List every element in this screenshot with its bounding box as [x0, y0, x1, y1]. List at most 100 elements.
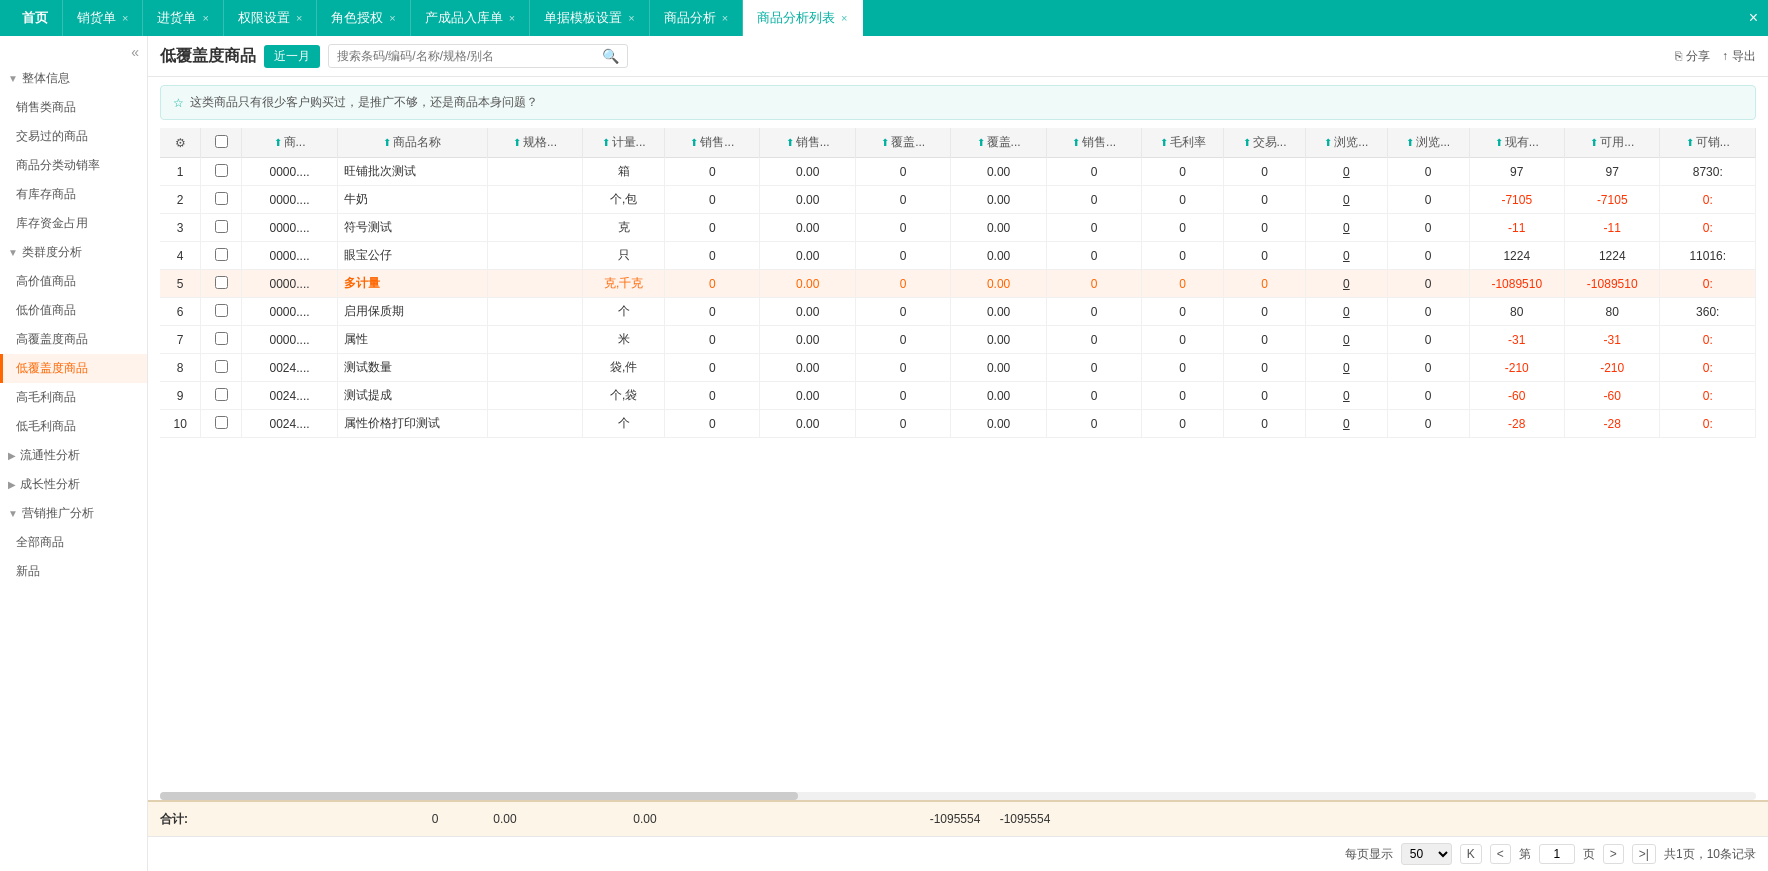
- row-browse1[interactable]: 0: [1305, 410, 1387, 438]
- nav-tab-template[interactable]: 单据模板设置 ×: [530, 0, 649, 36]
- row-checkbox[interactable]: [201, 214, 242, 242]
- col-spec[interactable]: ⬆规格...: [487, 128, 582, 158]
- row-checkbox[interactable]: [201, 186, 242, 214]
- col-available[interactable]: ⬆可用...: [1565, 128, 1660, 158]
- row-name[interactable]: 属性价格打印测试: [337, 410, 487, 438]
- row-name[interactable]: 旺铺批次测试: [337, 158, 487, 186]
- next-page-button[interactable]: >: [1603, 844, 1624, 864]
- row-select-checkbox[interactable]: [215, 360, 228, 373]
- nav-tab-analysis-close[interactable]: ×: [722, 12, 728, 24]
- row-name[interactable]: 测试提成: [337, 382, 487, 410]
- sidebar-item-traded-products[interactable]: 交易过的商品: [0, 122, 147, 151]
- search-icon[interactable]: 🔍: [602, 48, 619, 64]
- row-name[interactable]: 启用保质期: [337, 298, 487, 326]
- col-checkbox[interactable]: [201, 128, 242, 158]
- first-page-button[interactable]: K: [1460, 844, 1482, 864]
- sidebar-item-new-products[interactable]: 新品: [0, 557, 147, 586]
- row-checkbox[interactable]: [201, 326, 242, 354]
- col-coverage2[interactable]: ⬆覆盖...: [951, 128, 1046, 158]
- sidebar-item-low-margin[interactable]: 低毛利商品: [0, 412, 147, 441]
- sidebar-group-overview[interactable]: ▼ 整体信息: [0, 64, 147, 93]
- row-browse1[interactable]: 0: [1305, 382, 1387, 410]
- nav-tab-analysis[interactable]: 商品分析 ×: [650, 0, 743, 36]
- row-checkbox[interactable]: [201, 242, 242, 270]
- period-button[interactable]: 近一月: [264, 45, 320, 68]
- row-select-checkbox[interactable]: [215, 220, 228, 233]
- row-select-checkbox[interactable]: [215, 304, 228, 317]
- sidebar-item-stocked-products[interactable]: 有库存商品: [0, 180, 147, 209]
- col-sales-amt[interactable]: ⬆销售...: [760, 128, 855, 158]
- row-browse1[interactable]: 0: [1305, 186, 1387, 214]
- page-number-input[interactable]: [1539, 844, 1575, 864]
- row-browse1[interactable]: 0: [1305, 298, 1387, 326]
- nav-tab-template-close[interactable]: ×: [628, 12, 634, 24]
- sidebar-item-high-coverage[interactable]: 高覆盖度商品: [0, 325, 147, 354]
- nav-tab-home[interactable]: 首页: [8, 0, 63, 36]
- row-name[interactable]: 多计量: [337, 270, 487, 298]
- row-checkbox[interactable]: [201, 354, 242, 382]
- col-current-stock[interactable]: ⬆现有...: [1469, 128, 1564, 158]
- scrollbar-thumb[interactable]: [160, 792, 798, 800]
- row-select-checkbox[interactable]: [215, 192, 228, 205]
- row-name[interactable]: 眼宝公仔: [337, 242, 487, 270]
- nav-tab-purchase-close[interactable]: ×: [202, 12, 208, 24]
- row-browse1[interactable]: 0: [1305, 354, 1387, 382]
- row-browse1[interactable]: 0: [1305, 214, 1387, 242]
- sidebar-item-low-coverage[interactable]: 低覆盖度商品: [0, 354, 147, 383]
- nav-tab-analysis-list-close[interactable]: ×: [841, 12, 847, 24]
- sidebar-group-growth[interactable]: ▶ 成长性分析: [0, 470, 147, 499]
- nav-tab-analysis-list[interactable]: 商品分析列表 ×: [743, 0, 862, 36]
- row-select-checkbox[interactable]: [215, 332, 228, 345]
- row-checkbox[interactable]: [201, 270, 242, 298]
- nav-tab-purchase[interactable]: 进货单 ×: [143, 0, 223, 36]
- row-checkbox[interactable]: [201, 410, 242, 438]
- row-name[interactable]: 牛奶: [337, 186, 487, 214]
- share-button[interactable]: ⎘ 分享: [1675, 48, 1710, 65]
- last-page-button[interactable]: >|: [1632, 844, 1656, 864]
- nav-tab-permission-close[interactable]: ×: [296, 12, 302, 24]
- col-browse2[interactable]: ⬆浏览...: [1387, 128, 1469, 158]
- table-container[interactable]: ⚙ ⬆商... ⬆商品名称 ⬆规格... ⬆计量... ⬆销售... ⬆销售..…: [148, 128, 1768, 792]
- nav-tab-permission[interactable]: 权限设置 ×: [224, 0, 317, 36]
- row-name[interactable]: 属性: [337, 326, 487, 354]
- row-name[interactable]: 测试数量: [337, 354, 487, 382]
- row-select-checkbox[interactable]: [215, 248, 228, 261]
- prev-page-button[interactable]: <: [1490, 844, 1511, 864]
- col-trade[interactable]: ⬆交易...: [1224, 128, 1306, 158]
- sidebar-item-category-rate[interactable]: 商品分类动销率: [0, 151, 147, 180]
- col-browse1[interactable]: ⬆浏览...: [1305, 128, 1387, 158]
- col-code[interactable]: ⬆商...: [242, 128, 337, 158]
- row-checkbox[interactable]: [201, 158, 242, 186]
- col-sales-qty[interactable]: ⬆销售...: [665, 128, 760, 158]
- sidebar-group-cluster[interactable]: ▼ 类群度分析: [0, 238, 147, 267]
- row-checkbox[interactable]: [201, 298, 242, 326]
- sidebar-group-marketing[interactable]: ▼ 营销推广分析: [0, 499, 147, 528]
- row-browse1[interactable]: 0: [1305, 270, 1387, 298]
- nav-tab-product[interactable]: 产成品入库单 ×: [411, 0, 530, 36]
- col-gross-margin[interactable]: ⬆毛利率: [1142, 128, 1224, 158]
- col-coverage1[interactable]: ⬆覆盖...: [855, 128, 950, 158]
- nav-tab-product-close[interactable]: ×: [509, 12, 515, 24]
- row-select-checkbox[interactable]: [215, 388, 228, 401]
- row-select-checkbox[interactable]: [215, 416, 228, 429]
- nav-tab-sales[interactable]: 销货单 ×: [63, 0, 143, 36]
- sidebar-item-all-products[interactable]: 全部商品: [0, 528, 147, 557]
- export-button[interactable]: ↑ 导出: [1722, 48, 1756, 65]
- col-settings[interactable]: ⚙: [160, 128, 201, 158]
- row-select-checkbox[interactable]: [215, 164, 228, 177]
- per-page-select[interactable]: 50 20 100: [1401, 843, 1452, 865]
- col-sales-extra[interactable]: ⬆销售...: [1046, 128, 1141, 158]
- col-unit[interactable]: ⬆计量...: [583, 128, 665, 158]
- sidebar-item-sales-products[interactable]: 销售类商品: [0, 93, 147, 122]
- row-browse1[interactable]: 0: [1305, 158, 1387, 186]
- row-checkbox[interactable]: [201, 382, 242, 410]
- search-input[interactable]: [337, 49, 602, 63]
- nav-tab-role[interactable]: 角色授权 ×: [317, 0, 410, 36]
- select-all-checkbox[interactable]: [215, 135, 228, 148]
- nav-tab-sales-close[interactable]: ×: [122, 12, 128, 24]
- sidebar-item-low-value[interactable]: 低价值商品: [0, 296, 147, 325]
- row-select-checkbox[interactable]: [215, 276, 228, 289]
- sidebar-group-liquidity[interactable]: ▶ 流通性分析: [0, 441, 147, 470]
- col-name[interactable]: ⬆商品名称: [337, 128, 487, 158]
- row-browse1[interactable]: 0: [1305, 326, 1387, 354]
